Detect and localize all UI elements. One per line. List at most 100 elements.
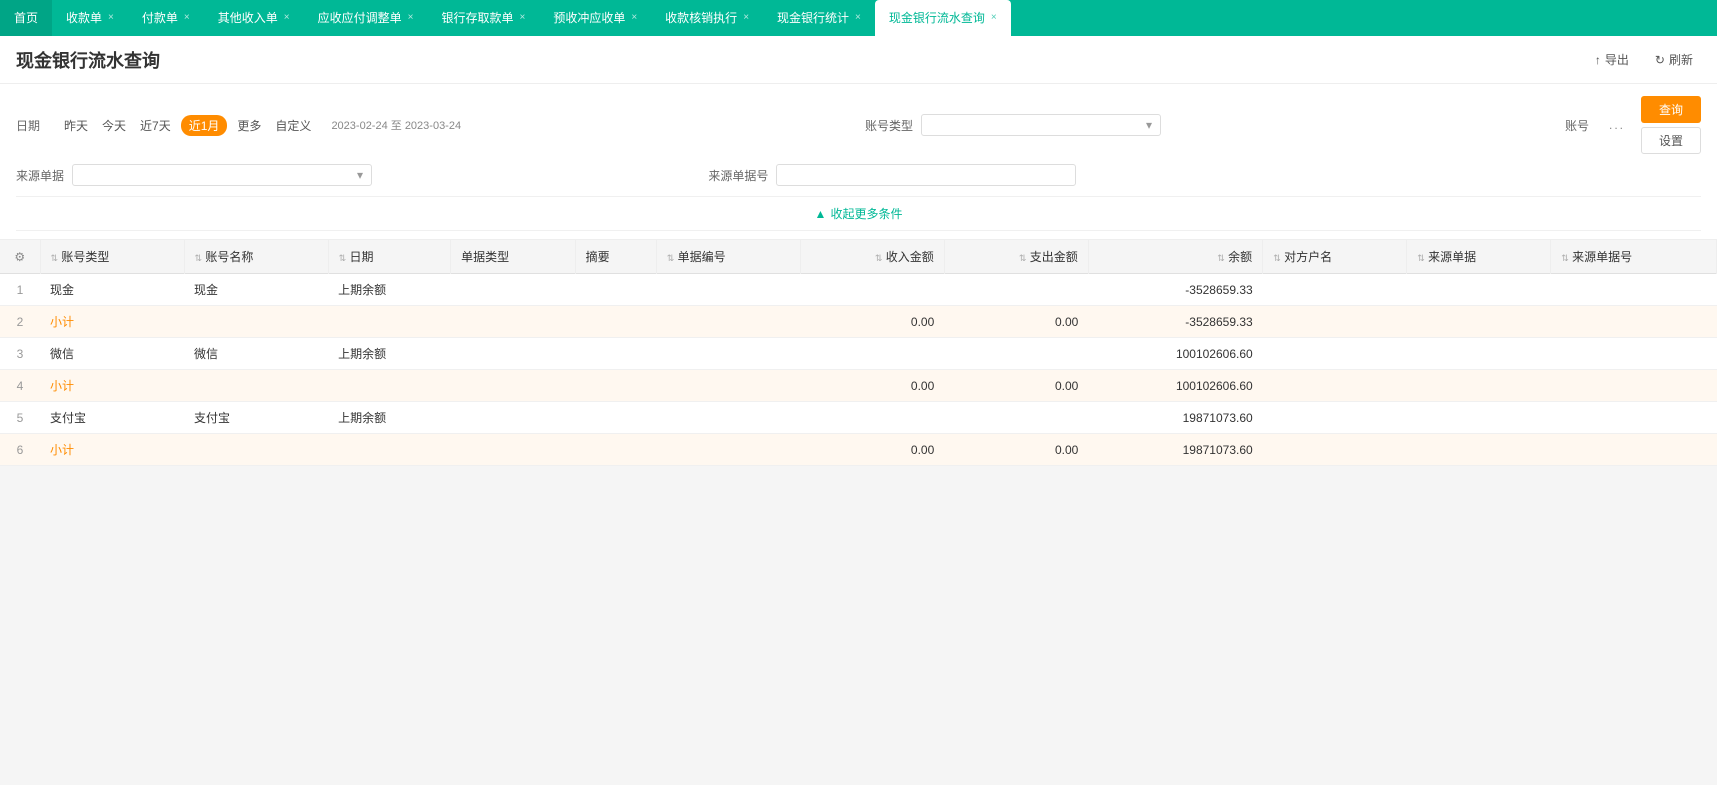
doc-no-cell: [656, 402, 800, 434]
col-settings[interactable]: ⚙: [0, 240, 40, 274]
nav-payment[interactable]: 付款单 ×: [128, 0, 204, 36]
nav-receipt[interactable]: 收款单 ×: [52, 0, 128, 36]
refresh-icon: ↻: [1655, 53, 1665, 67]
table-row[interactable]: 6 小计 0.00 0.00 19871073.60: [0, 434, 1717, 466]
expense-cell: 0.00: [944, 306, 1088, 338]
date-cell: 上期余额: [328, 338, 451, 370]
account-type-select[interactable]: ▾: [921, 114, 1161, 136]
account-type-cell: 支付宝: [40, 402, 184, 434]
nav-prepay[interactable]: 预收冲应收单 ×: [539, 0, 651, 36]
page-header: 现金银行流水查询 ↑ 导出 ↻ 刷新: [0, 36, 1717, 84]
source-doc-no-input[interactable]: [776, 164, 1076, 186]
nav-verify-close[interactable]: ×: [743, 0, 749, 36]
nav-other-income-close[interactable]: ×: [284, 0, 290, 36]
doc-no-cell: [656, 434, 800, 466]
nav-stats-label: 现金银行统计: [777, 0, 849, 36]
nav-receipt-close[interactable]: ×: [108, 0, 114, 36]
col-source-doc-no[interactable]: ⇅ 来源单据号: [1551, 240, 1717, 274]
table-row[interactable]: 4 小计 0.00 0.00 100102606.60: [0, 370, 1717, 402]
nav-bank-deposit-close[interactable]: ×: [519, 0, 525, 36]
account-type-cell: 微信: [50, 347, 74, 361]
source-doc-cell: [1407, 338, 1551, 370]
nav-stats-close[interactable]: ×: [855, 0, 861, 36]
subtotal-label: 小计: [50, 379, 74, 393]
account-type-cell: 微信: [40, 338, 184, 370]
date-opt-more[interactable]: 更多: [233, 115, 265, 136]
row-num: 1: [0, 274, 40, 306]
account-dots[interactable]: ...: [1609, 118, 1625, 132]
table-row[interactable]: 5 支付宝 支付宝 上期余额 19871073.60: [0, 402, 1717, 434]
refresh-button[interactable]: ↻ 刷新: [1647, 47, 1701, 72]
counter-name-cell: [1263, 274, 1407, 306]
nav-home[interactable]: 首页: [0, 0, 52, 36]
balance-cell: 19871073.60: [1088, 434, 1262, 466]
settings-button[interactable]: 设置: [1641, 127, 1701, 154]
col-counter-name[interactable]: ⇅ 对方户名: [1263, 240, 1407, 274]
source-doc-no-cell: [1551, 402, 1717, 434]
table-settings-icon[interactable]: ⚙: [14, 250, 25, 264]
account-filter: 账号 ...: [1565, 117, 1625, 134]
export-button[interactable]: ↑ 导出: [1587, 47, 1637, 72]
collapse-button[interactable]: ▲ 收起更多条件: [815, 205, 903, 222]
date-opt-1month[interactable]: 近1月: [181, 115, 228, 136]
source-doc-no-cell: [1551, 434, 1717, 466]
col-doc-no[interactable]: ⇅ 单据编号: [656, 240, 800, 274]
date-opt-yesterday[interactable]: 昨天: [60, 115, 92, 136]
col-expense[interactable]: ⇅ 支出金额: [944, 240, 1088, 274]
date-label: 日期: [16, 117, 52, 134]
col-balance[interactable]: ⇅ 余额: [1088, 240, 1262, 274]
date-opt-custom[interactable]: 自定义: [271, 115, 315, 136]
summary-cell: [575, 434, 656, 466]
row-num: 6: [0, 434, 40, 466]
col-source-doc[interactable]: ⇅ 来源单据: [1407, 240, 1551, 274]
nav-payment-close[interactable]: ×: [184, 0, 190, 36]
page-title: 现金银行流水查询: [16, 47, 160, 73]
counter-name-cell: [1263, 338, 1407, 370]
nav-flow-query-close[interactable]: ×: [991, 0, 997, 36]
header-actions: ↑ 导出 ↻ 刷新: [1587, 47, 1701, 72]
source-doc-select[interactable]: ▾: [72, 164, 372, 186]
nav-stats[interactable]: 现金银行统计 ×: [763, 0, 875, 36]
income-cell: 0.00: [800, 434, 944, 466]
subtotal-label: 小计: [50, 443, 74, 457]
table-row[interactable]: 1 现金 现金 上期余额 -3528659.33: [0, 274, 1717, 306]
nav-other-income-label: 其他收入单: [218, 0, 278, 36]
date-cell: 上期余额: [328, 274, 451, 306]
date-opt-today[interactable]: 今天: [98, 115, 130, 136]
col-balance-sort: ⇅: [1217, 253, 1225, 263]
balance-cell: -3528659.33: [1088, 306, 1262, 338]
doc-type-cell: [451, 370, 575, 402]
source-doc-no-cell: [1551, 338, 1717, 370]
date-cell: [328, 306, 451, 338]
col-account-type[interactable]: ⇅ 账号类型: [40, 240, 184, 274]
counter-name-cell: [1263, 434, 1407, 466]
nav-other-income[interactable]: 其他收入单 ×: [204, 0, 304, 36]
nav-adjust[interactable]: 应收应付调整单 ×: [304, 0, 428, 36]
table-row[interactable]: 3 微信 微信 上期余额 100102606.60: [0, 338, 1717, 370]
table-body: 1 现金 现金 上期余额 -3528659.33 2 小计 0.00 0.00 …: [0, 274, 1717, 466]
source-doc-chevron: ▾: [357, 168, 363, 182]
col-account-name[interactable]: ⇅ 账号名称: [184, 240, 328, 274]
col-source-sort: ⇅: [1417, 253, 1425, 263]
nav-flow-query[interactable]: 现金银行流水查询 ×: [875, 0, 1011, 36]
col-income[interactable]: ⇅ 收入金额: [800, 240, 944, 274]
account-type-cell: 小计: [40, 306, 184, 338]
nav-adjust-close[interactable]: ×: [408, 0, 414, 36]
nav-flow-query-label: 现金银行流水查询: [889, 0, 985, 36]
date-opt-7days[interactable]: 近7天: [136, 115, 175, 136]
nav-bank-deposit[interactable]: 银行存取款单 ×: [427, 0, 539, 36]
doc-type-cell: [451, 274, 575, 306]
date-cell: 上期余额: [328, 402, 451, 434]
col-account-name-sort: ⇅: [195, 253, 203, 263]
nav-verify[interactable]: 收款核销执行 ×: [651, 0, 763, 36]
filter-row-2: 来源单据 ▾ 来源单据号: [16, 164, 1701, 186]
nav-prepay-close[interactable]: ×: [631, 0, 637, 36]
col-income-sort: ⇅: [875, 253, 883, 263]
source-doc-label: 来源单据: [16, 167, 64, 184]
col-date[interactable]: ⇅ 日期: [328, 240, 451, 274]
query-button[interactable]: 查询: [1641, 96, 1701, 123]
table-row[interactable]: 2 小计 0.00 0.00 -3528659.33: [0, 306, 1717, 338]
account-type-label: 账号类型: [865, 117, 913, 134]
account-type-cell: 现金: [40, 274, 184, 306]
balance-cell: -3528659.33: [1088, 274, 1262, 306]
